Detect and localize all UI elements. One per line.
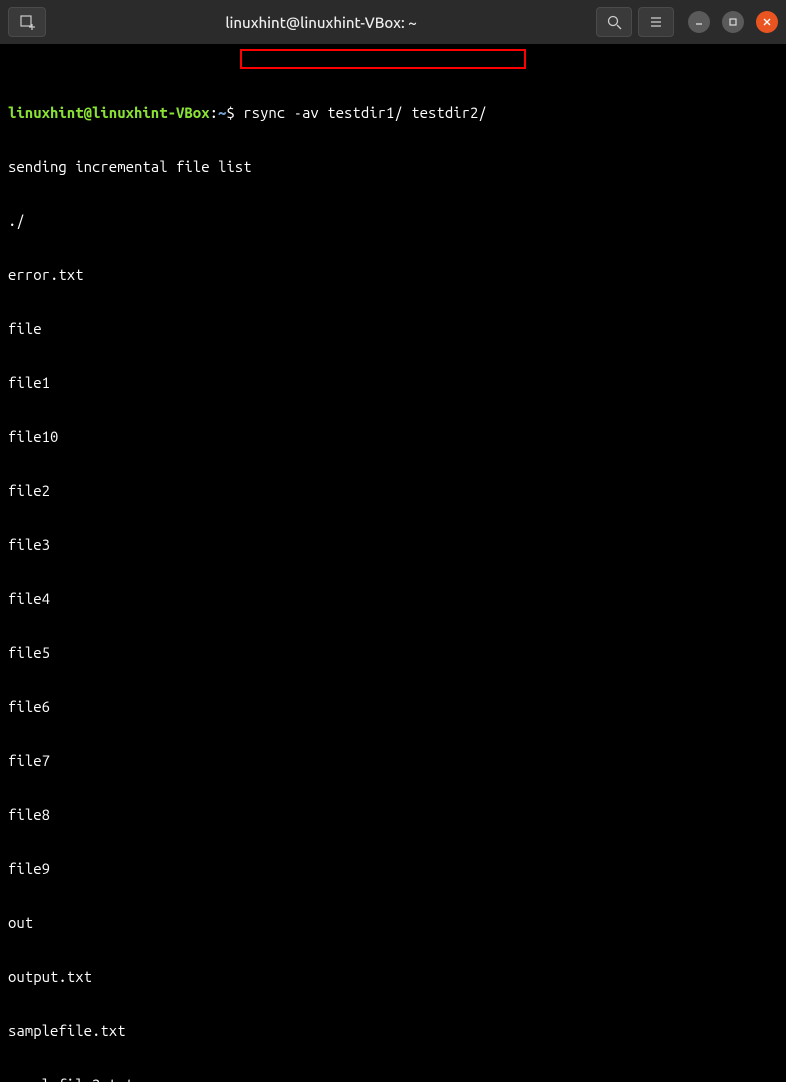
output-line: file3	[8, 536, 778, 554]
maximize-button[interactable]	[722, 11, 744, 33]
window-title: linuxhint@linuxhint-VBox: ~	[52, 14, 590, 31]
menu-button[interactable]	[638, 7, 674, 37]
output-line: file4	[8, 590, 778, 608]
output-line: samplefile2.txt	[8, 1076, 778, 1082]
prompt-line-1: linuxhint@linuxhint-VBox:~$ rsync -av te…	[8, 104, 778, 122]
prompt-user-host: linuxhint@linuxhint-VBox	[8, 104, 210, 121]
output-line: file6	[8, 698, 778, 716]
prompt-symbol: $	[226, 104, 234, 121]
command-highlight	[240, 49, 526, 69]
output-line: file8	[8, 806, 778, 824]
output-line: file	[8, 320, 778, 338]
prompt-colon: :	[210, 104, 218, 121]
minimize-icon	[694, 17, 704, 27]
output-line: samplefile.txt	[8, 1022, 778, 1040]
output-line: file2	[8, 482, 778, 500]
maximize-icon	[728, 17, 738, 27]
new-tab-icon	[19, 14, 35, 30]
output-line: file5	[8, 644, 778, 662]
terminal-content[interactable]: linuxhint@linuxhint-VBox:~$ rsync -av te…	[0, 44, 786, 1082]
window-titlebar: linuxhint@linuxhint-VBox: ~	[0, 0, 786, 44]
output-line: file10	[8, 428, 778, 446]
output-line: sending incremental file list	[8, 158, 778, 176]
close-button[interactable]	[756, 11, 778, 33]
hamburger-icon	[649, 15, 663, 29]
minimize-button[interactable]	[688, 11, 710, 33]
window-controls	[688, 11, 778, 33]
close-icon	[762, 17, 772, 27]
search-icon	[607, 15, 622, 30]
command-text: rsync -av testdir1/ testdir2/	[235, 104, 487, 121]
output-line: file9	[8, 860, 778, 878]
output-line: out	[8, 914, 778, 932]
output-line: file1	[8, 374, 778, 392]
new-tab-button[interactable]	[8, 7, 46, 37]
output-line: ./	[8, 212, 778, 230]
output-line: output.txt	[8, 968, 778, 986]
search-button[interactable]	[596, 7, 632, 37]
output-line: error.txt	[8, 266, 778, 284]
output-line: file7	[8, 752, 778, 770]
